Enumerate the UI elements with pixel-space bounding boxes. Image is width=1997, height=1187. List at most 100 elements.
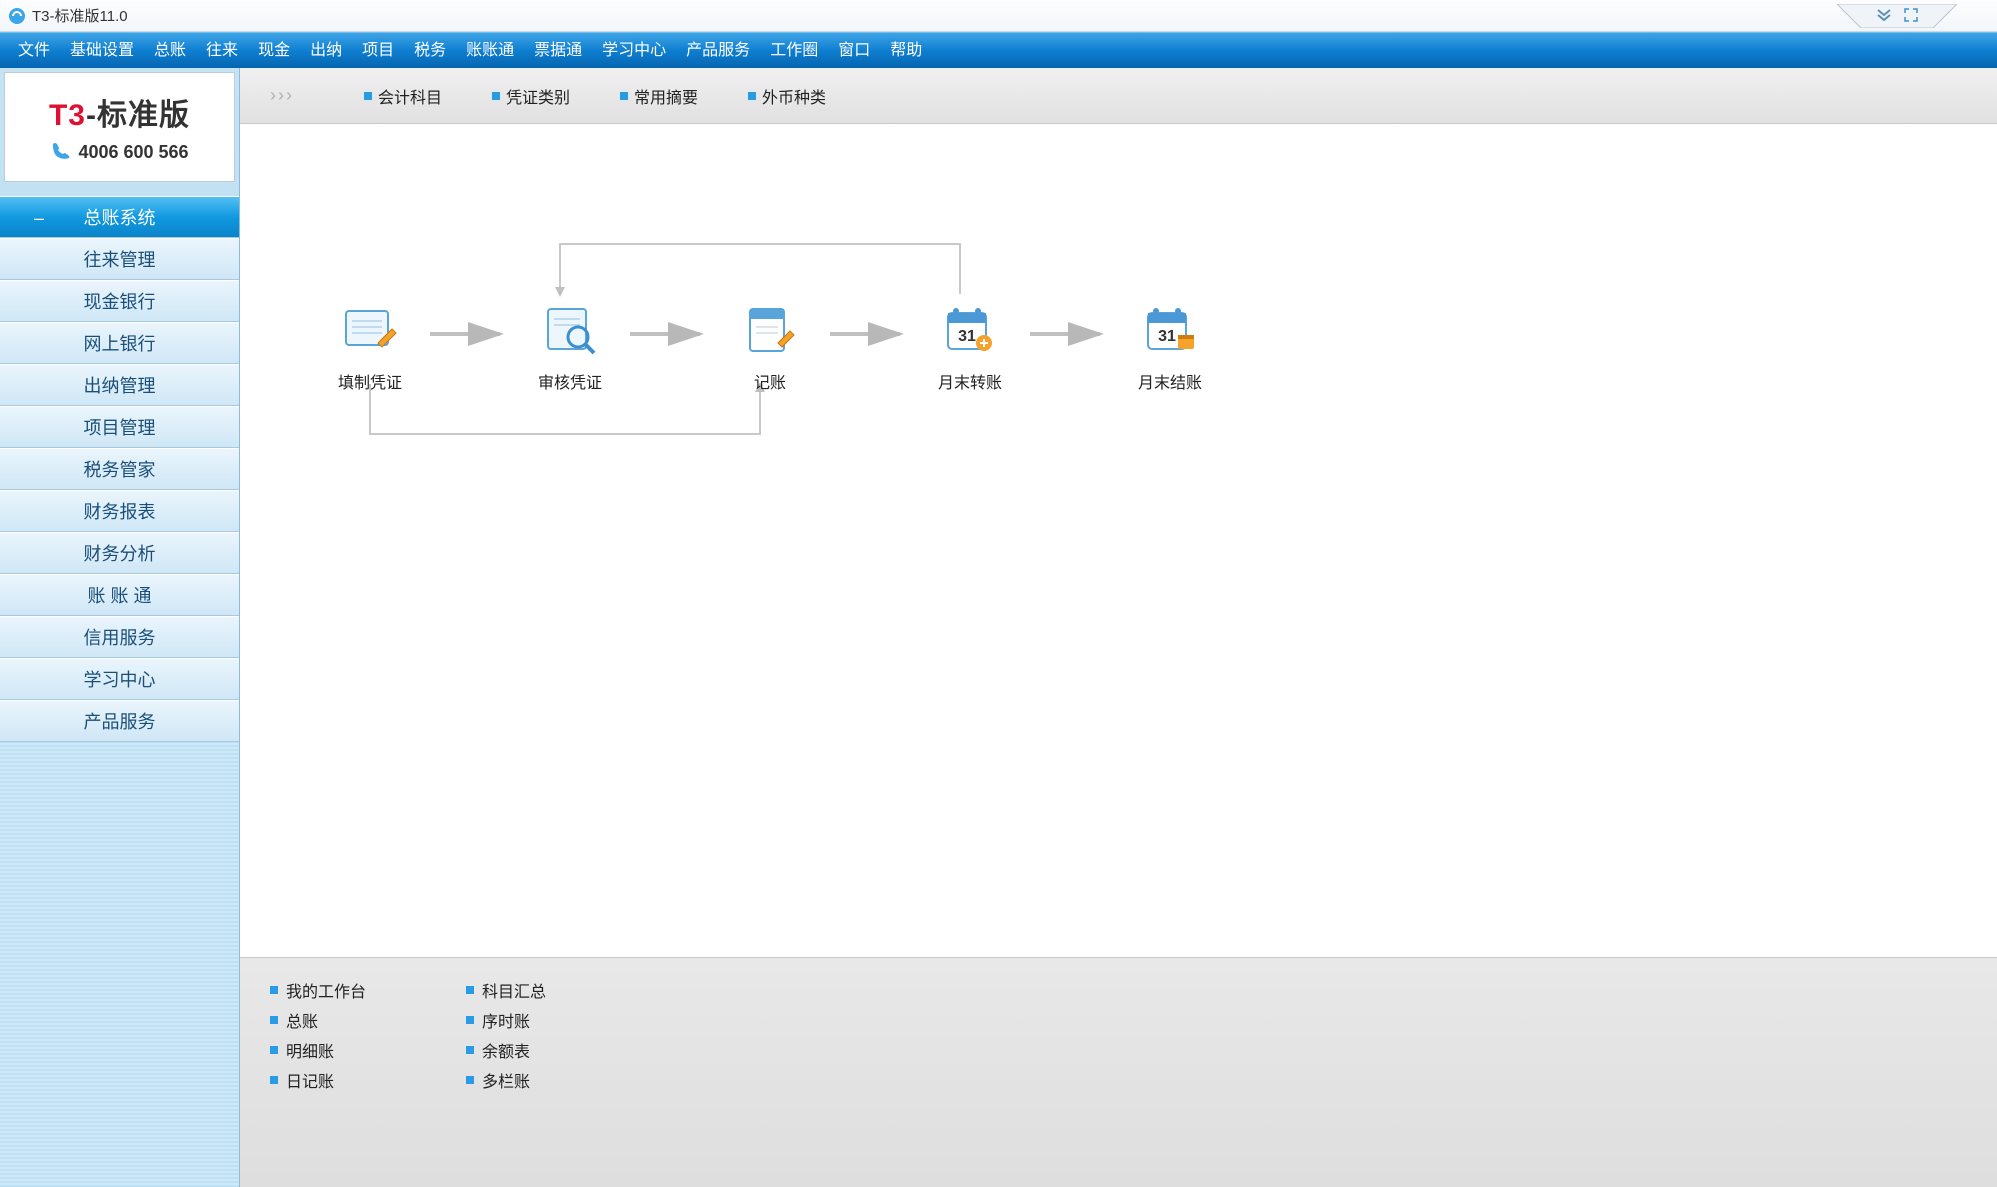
- bottom-link-journal[interactable]: 日记账: [270, 1068, 366, 1092]
- toolbar-link-label: 外币种类: [762, 84, 826, 108]
- sidebar-filler: [0, 742, 239, 1187]
- toolbar-link-currency[interactable]: 外币种类: [748, 84, 826, 108]
- menu-bar: 文件 基础设置 总账 往来 现金 出纳 项目 税务 账账通 票据通 学习中心 产…: [0, 32, 1997, 68]
- svg-text:31: 31: [1158, 328, 1176, 345]
- workflow-step-audit-voucher[interactable]: 审核凭证: [510, 299, 630, 393]
- logo-suffix: -标准版: [86, 99, 190, 132]
- main-area: ››› 会计科目 凭证类别 常用摘要 外币种类: [240, 68, 1997, 1187]
- menu-project[interactable]: 项目: [352, 33, 404, 69]
- bullet-icon: [270, 1076, 278, 1084]
- bullet-icon: [270, 1016, 278, 1024]
- menu-tax[interactable]: 税务: [404, 33, 456, 69]
- workflow-step-label: 月末转账: [910, 369, 1030, 393]
- phone-row: 4006 600 566: [50, 140, 188, 165]
- bullet-icon: [270, 1046, 278, 1054]
- menu-workcircle[interactable]: 工作圈: [760, 33, 828, 69]
- bottom-link-label: 总账: [286, 1008, 318, 1032]
- sidebar-item-product[interactable]: 产品服务: [0, 700, 239, 742]
- sidebar: T3-标准版 4006 600 566 总账系统 往来管理 现金银行 网上银行 …: [0, 68, 240, 1187]
- bottom-link-chronological[interactable]: 序时账: [466, 1008, 546, 1032]
- menu-cash[interactable]: 现金: [248, 33, 300, 69]
- bottom-link-multi-column[interactable]: 多栏账: [466, 1068, 546, 1092]
- sidebar-item-project-mgmt[interactable]: 项目管理: [0, 406, 239, 448]
- svg-text:31: 31: [958, 328, 976, 345]
- menu-learning[interactable]: 学习中心: [592, 33, 676, 69]
- calendar-close-icon: 31: [1135, 299, 1205, 359]
- bottom-link-label: 余额表: [482, 1038, 530, 1062]
- bottom-col-1: 我的工作台 总账 明细账 日记账: [270, 978, 366, 1167]
- bullet-icon: [364, 92, 372, 100]
- bottom-link-label: 日记账: [286, 1068, 334, 1092]
- bottom-link-subject-summary[interactable]: 科目汇总: [466, 978, 546, 1002]
- book-icon: [735, 299, 805, 359]
- sub-toolbar: ››› 会计科目 凭证类别 常用摘要 外币种类: [240, 68, 1997, 124]
- calendar-transfer-icon: 31: [935, 299, 1005, 359]
- title-control-tray[interactable]: [1837, 4, 1957, 28]
- menu-cashier[interactable]: 出纳: [300, 33, 352, 69]
- voucher-audit-icon: [535, 299, 605, 359]
- phone-icon: [50, 140, 72, 165]
- workflow-step-label: 记账: [710, 369, 830, 393]
- sidebar-item-cashier-mgmt[interactable]: 出纳管理: [0, 364, 239, 406]
- bullet-icon: [748, 92, 756, 100]
- bottom-link-general-ledger[interactable]: 总账: [270, 1008, 366, 1032]
- bottom-link-label: 多栏账: [482, 1068, 530, 1092]
- sidebar-item-tax[interactable]: 税务管家: [0, 448, 239, 490]
- menu-zzt[interactable]: 账账通: [456, 33, 524, 69]
- workflow-step-label: 月末结账: [1110, 369, 1230, 393]
- bottom-link-label: 科目汇总: [482, 978, 546, 1002]
- menu-product[interactable]: 产品服务: [676, 33, 760, 69]
- logo-box: T3-标准版 4006 600 566: [4, 72, 235, 182]
- bullet-icon: [466, 986, 474, 994]
- bottom-link-workbench[interactable]: 我的工作台: [270, 978, 366, 1002]
- sidebar-item-transactions[interactable]: 往来管理: [0, 238, 239, 280]
- bottom-link-label: 我的工作台: [286, 978, 366, 1002]
- double-chevron-down-icon[interactable]: [1876, 8, 1892, 25]
- bottom-link-detail-ledger[interactable]: 明细账: [270, 1038, 366, 1062]
- bottom-col-2: 科目汇总 序时账 余额表 多栏账: [466, 978, 546, 1167]
- bullet-icon: [270, 986, 278, 994]
- logo-text: T3-标准版: [49, 90, 190, 134]
- phone-number: 4006 600 566: [78, 142, 188, 163]
- menu-transactions[interactable]: 往来: [196, 33, 248, 69]
- title-bar: T3-标准版11.0: [0, 0, 1997, 32]
- bullet-icon: [492, 92, 500, 100]
- sidebar-item-cash-bank[interactable]: 现金银行: [0, 280, 239, 322]
- app-icon: [8, 7, 26, 25]
- bullet-icon: [466, 1076, 474, 1084]
- app-title: T3-标准版11.0: [32, 5, 128, 26]
- sidebar-item-online-bank[interactable]: 网上银行: [0, 322, 239, 364]
- sidebar-item-zzt[interactable]: 账 账 通: [0, 574, 239, 616]
- bullet-icon: [466, 1016, 474, 1024]
- menu-general-ledger[interactable]: 总账: [144, 33, 196, 69]
- menu-help[interactable]: 帮助: [880, 33, 932, 69]
- sidebar-item-reports[interactable]: 财务报表: [0, 490, 239, 532]
- bottom-panel: 我的工作台 总账 明细账 日记账 科目汇总 序时账 余额表 多栏账: [240, 957, 1997, 1187]
- menu-basic-settings[interactable]: 基础设置: [60, 33, 144, 69]
- fullscreen-icon[interactable]: [1904, 8, 1918, 25]
- workflow-step-label: 审核凭证: [510, 369, 630, 393]
- toolbar-link-voucher-types[interactable]: 凭证类别: [492, 84, 570, 108]
- toolbar-link-label: 会计科目: [378, 84, 442, 108]
- toolbar-link-subjects[interactable]: 会计科目: [364, 84, 442, 108]
- toolbar-link-label: 凭证类别: [506, 84, 570, 108]
- workflow-step-label: 填制凭证: [310, 369, 430, 393]
- sidebar-item-general-ledger[interactable]: 总账系统: [0, 196, 239, 238]
- menu-window[interactable]: 窗口: [828, 33, 880, 69]
- workflow-step-month-transfer[interactable]: 31 月末转账: [910, 299, 1030, 393]
- voucher-edit-icon: [335, 299, 405, 359]
- sidebar-item-analysis[interactable]: 财务分析: [0, 532, 239, 574]
- sidebar-item-learning[interactable]: 学习中心: [0, 658, 239, 700]
- sidebar-item-credit[interactable]: 信用服务: [0, 616, 239, 658]
- title-right-controls: [1837, 0, 1957, 32]
- menu-file[interactable]: 文件: [8, 33, 60, 69]
- bottom-link-balance-sheet[interactable]: 余额表: [466, 1038, 546, 1062]
- workflow-step-month-close[interactable]: 31 月末结账: [1110, 299, 1230, 393]
- workflow-area: 填制凭证 审核凭证 记账 31 月末转账: [240, 124, 1997, 957]
- workflow-step-create-voucher[interactable]: 填制凭证: [310, 299, 430, 393]
- bottom-link-label: 序时账: [482, 1008, 530, 1032]
- expand-handle-icon[interactable]: ›››: [270, 85, 294, 106]
- workflow-step-book[interactable]: 记账: [710, 299, 830, 393]
- toolbar-link-common-summary[interactable]: 常用摘要: [620, 84, 698, 108]
- menu-bill[interactable]: 票据通: [524, 33, 592, 69]
